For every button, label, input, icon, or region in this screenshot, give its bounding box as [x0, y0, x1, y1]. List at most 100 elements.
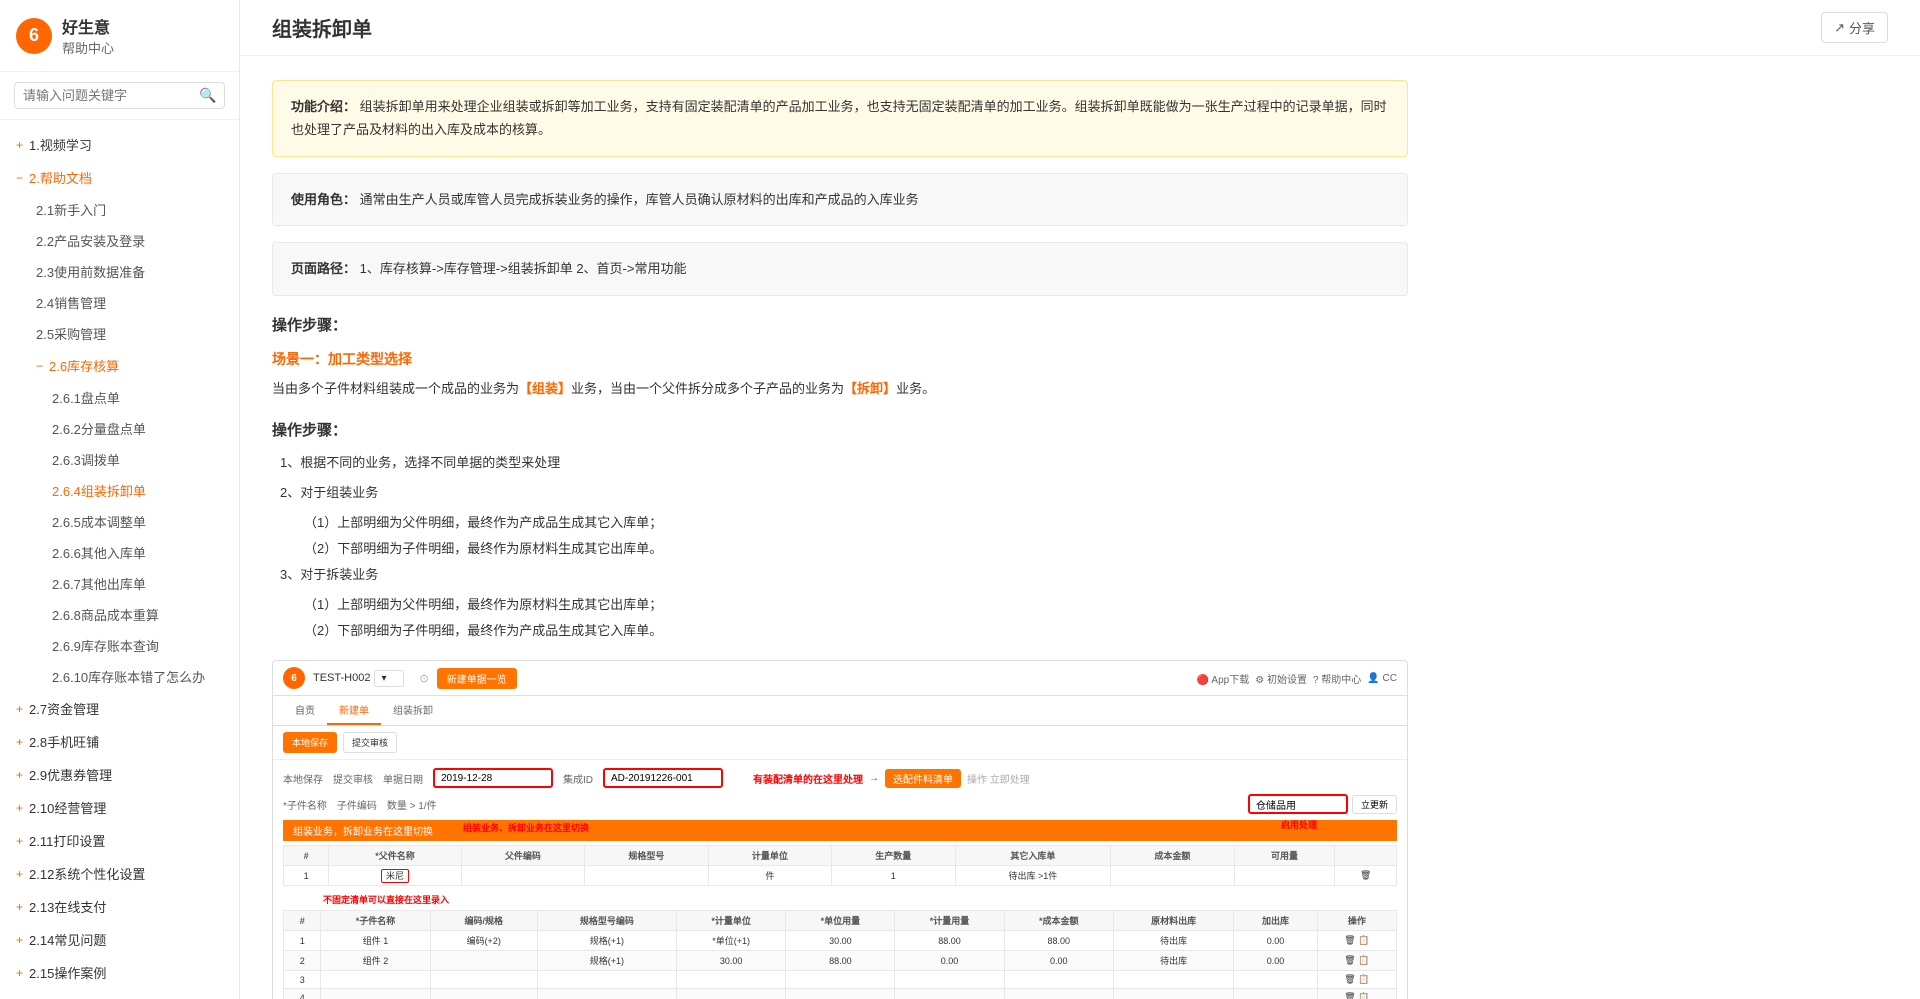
mock-warehouse-input[interactable]: [1248, 794, 1348, 814]
main-content: 组装拆卸单 ↗ 分享 功能介绍： 组装拆卸单用来处理企业组装或拆卸等加工业务，支…: [240, 0, 1920, 999]
sidebar-item-video[interactable]: + 1.视频学习: [0, 128, 239, 161]
ops-steps-label: 操作步骤：: [272, 419, 1408, 440]
mock-form-row2: *子件名称 子件编码 数量 > 1/件 立更新: [283, 794, 1397, 814]
sidebar-item-266[interactable]: 2.6.6其他入库单: [0, 537, 239, 568]
mock-app: 6 TEST-H002 ▾ ⊙ 新建单据一览 🔴 App下载 ⚙ 初始设置 ? …: [273, 661, 1407, 999]
mock-parent-table: # *父件名称 父件编码 规格型号 计量单位 生产数量 其它入库单 成本金额 可…: [283, 845, 1397, 886]
mock-confirm-btn[interactable]: 立更新: [1352, 795, 1397, 814]
switch-annotation: 组装业务、拆卸业务在这里切换: [463, 823, 589, 833]
path-label: 页面路径：: [291, 261, 356, 276]
mock-toolbar: 本地保存 提交审核: [273, 726, 1407, 760]
plus-icon-211: +: [16, 834, 23, 848]
sidebar-item-inventory[interactable]: − 2.6库存核算: [0, 349, 239, 382]
table-row: 4 🗑 📋: [284, 989, 1397, 999]
feature-intro-label: 功能介绍：: [291, 99, 356, 114]
mock-new-btn[interactable]: 新建单据一览: [437, 668, 517, 689]
plus-icon-215: +: [16, 966, 23, 980]
mock-form-area: 本地保存 提交审核 单据日期 集成ID 有装配清单的在这里处理 → 选配件料清单…: [273, 760, 1407, 999]
screenshot-mockup: 6 TEST-H002 ▾ ⊙ 新建单据一览 🔴 App下载 ⚙ 初始设置 ? …: [272, 660, 1408, 999]
mock-tabs: 自贡 新建单 组装拆卸: [273, 696, 1407, 726]
path-block: 页面路径： 1、库存核算->库存管理->组装拆卸单 2、首页->常用功能: [272, 242, 1408, 295]
sidebar-item-210[interactable]: + 2.10经营管理: [0, 791, 239, 824]
plus-icon-27: +: [16, 702, 23, 716]
nav-tree: + 1.视频学习 − 2.帮助文档 2.1新手入门 2.2产品安装及登录 2.3…: [0, 120, 239, 999]
role-label: 使用角色：: [291, 192, 356, 207]
role-block: 使用角色： 通常由生产人员或库管人员完成拆装业务的操作，库管人员确认原材料的出库…: [272, 173, 1408, 226]
sidebar-item-214[interactable]: + 2.14常见问题: [0, 923, 239, 956]
mock-app-logo: 6: [283, 667, 305, 689]
inventory-expand-icon: −: [36, 359, 43, 373]
sidebar-item-install[interactable]: 2.2产品安装及登录: [0, 225, 239, 256]
mock-right-icons: 🔴 App下载 ⚙ 初始设置 ? 帮助中心 👤 CC: [1197, 671, 1397, 686]
sidebar-item-data[interactable]: 2.3使用前数据准备: [0, 256, 239, 287]
sidebar-item-28[interactable]: + 2.8手机旺铺: [0, 725, 239, 758]
search-icon[interactable]: 🔍: [199, 87, 216, 104]
sidebar-item-261[interactable]: 2.6.1盘点单: [0, 382, 239, 413]
mock-child-table: # *子件名称 编码/规格 规格型号编码 *计量单位 *单位用量 *计量用量 *…: [283, 910, 1397, 999]
scenario1-desc: 当由多个子件材料组装成一个成品的业务为【组装】业务，当由一个父件拆分成多个子产品…: [272, 377, 1408, 402]
step3-sub2: （2）下部明细为子件明细，最终作为产成品生成其它入库单。: [280, 618, 1408, 644]
collapse-icon: −: [16, 171, 23, 185]
plus-icon-28: +: [16, 735, 23, 749]
sidebar-item-29[interactable]: + 2.9优惠券管理: [0, 758, 239, 791]
search-box[interactable]: 🔍: [14, 82, 225, 109]
sidebar-item-262[interactable]: 2.6.2分量盘点单: [0, 413, 239, 444]
table-row: 3 🗑 📋: [284, 971, 1397, 989]
mock-form-row1: 本地保存 提交审核 单据日期 集成ID 有装配清单的在这里处理 → 选配件料清单…: [283, 768, 1397, 788]
sidebar-item-211[interactable]: + 2.11打印设置: [0, 824, 239, 857]
mock-app-header: 6 TEST-H002 ▾ ⊙ 新建单据一览 🔴 App下载 ⚙ 初始设置 ? …: [273, 661, 1407, 696]
sidebar: 6 好生意 帮助中心 🔍 + 1.视频学习 − 2.帮助文档 2.1新手入门 2…: [0, 0, 240, 999]
share-icon: ↗: [1834, 20, 1845, 36]
sidebar-item-27[interactable]: + 2.7资金管理: [0, 692, 239, 725]
sidebar-item-263[interactable]: 2.6.3调拨单: [0, 444, 239, 475]
mock-section-divider: 组装业务，拆卸业务在这里切换: [283, 820, 1397, 841]
mock-id-input[interactable]: [603, 768, 723, 788]
content-area: 功能介绍： 组装拆卸单用来处理企业组装或拆卸等加工业务，支持有固定装配清单的产品…: [240, 56, 1440, 999]
mock-date-input[interactable]: [433, 768, 553, 788]
sidebar-item-264[interactable]: 2.6.4组装拆卸单: [0, 475, 239, 506]
sidebar-item-265[interactable]: 2.6.5成本调整单: [0, 506, 239, 537]
search-input[interactable]: [23, 88, 199, 103]
sidebar-item-213[interactable]: + 2.13在线支付: [0, 890, 239, 923]
share-button[interactable]: ↗ 分享: [1821, 12, 1888, 43]
logo-subtitle: 帮助中心: [62, 38, 114, 57]
sidebar-item-268[interactable]: 2.6.8商品成本重算: [0, 599, 239, 630]
sidebar-item-215[interactable]: + 2.15操作案例: [0, 956, 239, 989]
sidebar-item-new[interactable]: 2.1新手入门: [0, 194, 239, 225]
scenario1-title: 场景一：加工类型选择: [272, 349, 1408, 369]
sidebar-item-269[interactable]: 2.6.9库存账本查询: [0, 630, 239, 661]
mock-submit-btn[interactable]: 提交审核: [343, 732, 397, 753]
mock-select-bom-btn[interactable]: 选配件料清单: [885, 769, 961, 788]
mock-dropdown[interactable]: ▾: [374, 670, 403, 687]
feature-intro-block: 功能介绍： 组装拆卸单用来处理企业组装或拆卸等加工业务，支持有固定装配清单的产品…: [272, 80, 1408, 157]
sidebar-item-267[interactable]: 2.6.7其他出库单: [0, 568, 239, 599]
sidebar-item-sales[interactable]: 2.4销售管理: [0, 287, 239, 318]
mock-tab-home[interactable]: 自贡: [283, 696, 327, 725]
topbar: 组装拆卸单 ↗ 分享: [240, 0, 1920, 56]
page-title: 组装拆卸单: [272, 13, 372, 42]
fill-annotation: 不固定清单可以直接在这里录入: [323, 895, 449, 905]
sidebar-item-purchase[interactable]: 2.5采购管理: [0, 318, 239, 349]
table-row: 1 组件 1 编码(+2) 规格(+1) *单位(+1) 30.00 88.00…: [284, 931, 1397, 951]
logo-area: 6 好生意 帮助中心: [0, 0, 239, 72]
plus-icon-212: +: [16, 867, 23, 881]
step2: 2、对于组装业务: [280, 480, 1408, 506]
plus-icon-214: +: [16, 933, 23, 947]
table-row: 1 米尼 件 1 待出库 >1件 🗑: [284, 866, 1397, 886]
mock-tab-assembly[interactable]: 组装拆卸: [381, 696, 445, 725]
role-text: 通常由生产人员或库管人员完成拆装业务的操作，库管人员确认原材料的出库和产成品的入…: [360, 192, 919, 207]
step2-sub1: （1）上部明细为父件明细，最终作为产成品生成其它入库单；: [280, 510, 1408, 536]
logo-icon: 6: [16, 18, 52, 54]
step2-sub2: （2）下部明细为子件明细，最终作为原材料生成其它出库单。: [280, 536, 1408, 562]
mock-save-btn[interactable]: 本地保存: [283, 732, 337, 753]
sidebar-item-2610[interactable]: 2.6.10库存账本错了怎么办: [0, 661, 239, 692]
orange-annotation-label: 有装配清单的在这里处理: [753, 771, 863, 786]
table-row: 2 组件 2 规格(+1) 30.00 88.00 0.00 0.00 待出库 …: [284, 951, 1397, 971]
sidebar-item-docs[interactable]: − 2.帮助文档: [0, 161, 239, 194]
mock-tab-new[interactable]: 新建单: [327, 696, 381, 725]
sidebar-item-212[interactable]: + 2.12系统个性化设置: [0, 857, 239, 890]
plus-icon-213: +: [16, 900, 23, 914]
search-area: 🔍: [0, 72, 239, 120]
plus-icon-210: +: [16, 801, 23, 815]
step1: 1、根据不同的业务，选择不同单据的类型来处理: [280, 450, 1408, 476]
